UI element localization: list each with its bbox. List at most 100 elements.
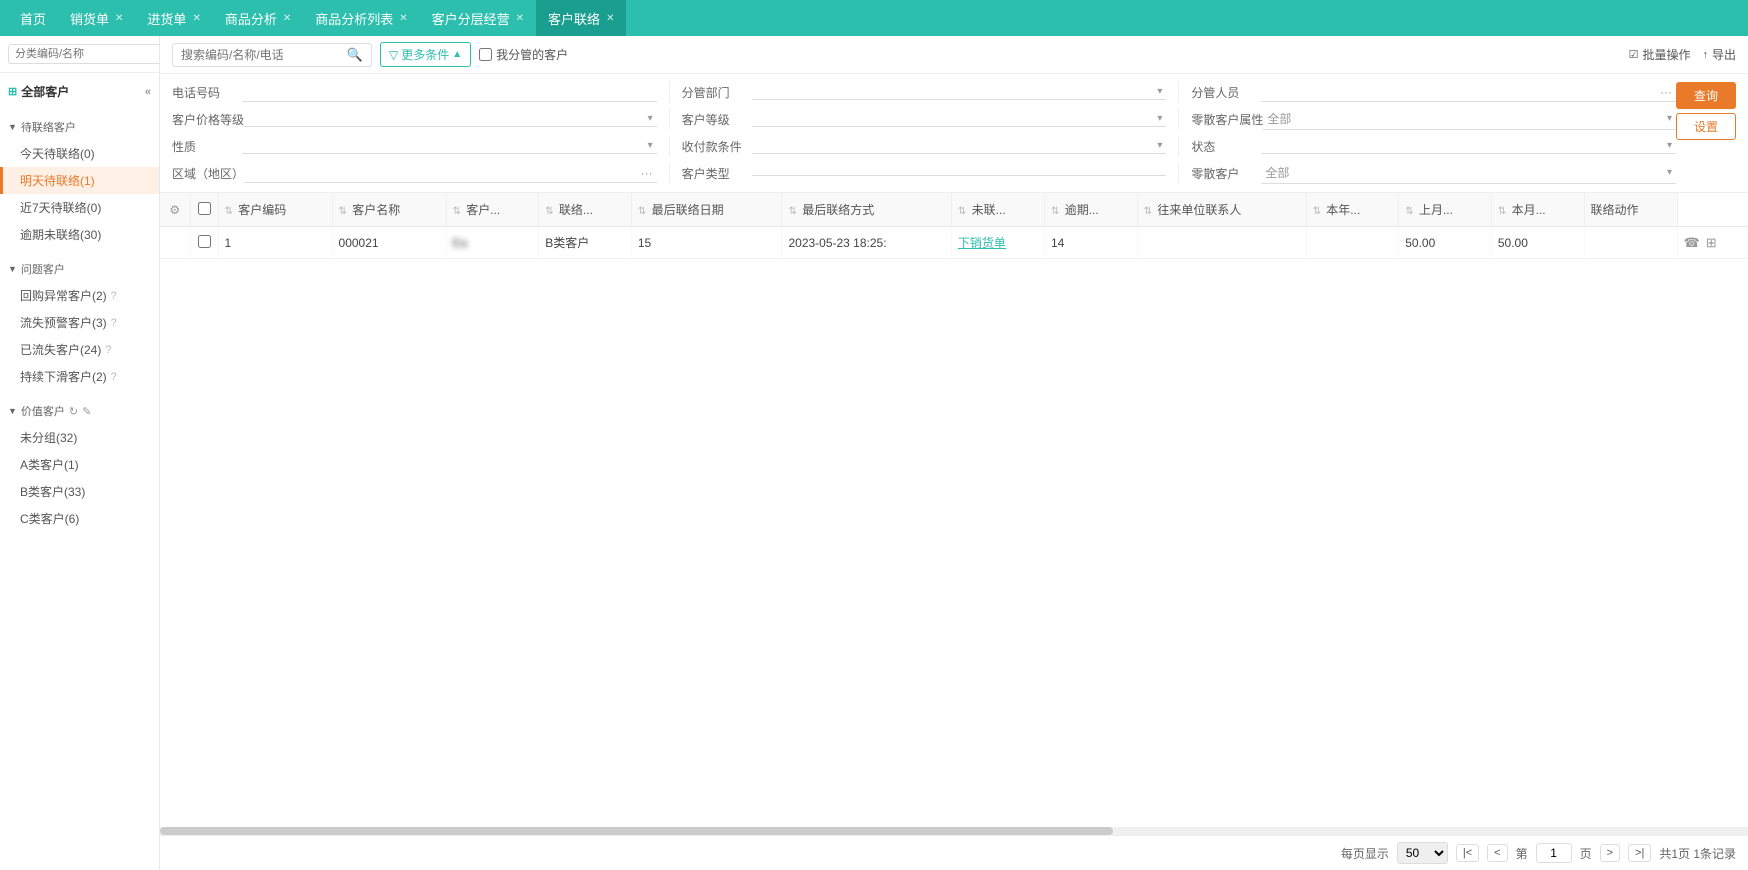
th-last-method[interactable]: ⇅ 最后联络方式 [782, 193, 951, 227]
nav-customer-contact[interactable]: 客户联络 ✕ [536, 0, 626, 36]
nav-purchase-close[interactable]: ✕ [192, 13, 200, 24]
nav-customer-contact-close[interactable]: ✕ [606, 13, 614, 24]
sidebar-item-churned[interactable]: 已流失客户(24) ? [0, 336, 159, 363]
nav-goods-list[interactable]: 商品分析列表 ✕ [303, 0, 419, 36]
filter-phone-input[interactable] [242, 83, 657, 102]
filter-nature-label: 性质 [172, 138, 242, 155]
nav-customer-segment-close[interactable]: ✕ [516, 13, 524, 24]
th-contact-count[interactable]: ⇅ 联络... [539, 193, 632, 227]
chevron-down-icon-2: ▾ [648, 113, 653, 124]
edit-icon[interactable]: ✎ [82, 405, 91, 418]
filter-nature-select[interactable]: ▾ [242, 138, 657, 154]
th-this-month[interactable]: ⇅ 本月... [1491, 193, 1584, 227]
th-uncontacted[interactable]: ⇅ 未联... [951, 193, 1044, 227]
filter-search-input[interactable] [181, 48, 347, 62]
row-checkbox[interactable] [198, 235, 211, 248]
filter-payment-label: 收付款条件 [682, 138, 752, 155]
nav-sales[interactable]: 销货单 ✕ [58, 0, 135, 36]
horizontal-scrollbar[interactable] [160, 827, 1748, 835]
sidebar-item-today-pending[interactable]: 今天待联络(0) [0, 140, 159, 167]
filter-payment-select[interactable]: ▾ [752, 138, 1167, 154]
nav-customer-segment[interactable]: 客户分层经营 ✕ [420, 0, 536, 36]
nav-goods-analysis-close[interactable]: ✕ [283, 13, 291, 24]
last-page-btn[interactable]: >| [1628, 844, 1651, 862]
more-conditions-btn[interactable]: ▽ 更多条件 ▲ [380, 42, 471, 67]
th-code[interactable]: ⇅ 客户编码 [218, 193, 332, 227]
sidebar-item-overdue[interactable]: 逾期未联络(30) [0, 221, 159, 248]
per-page-select[interactable]: 50 100 200 [1397, 842, 1448, 864]
sort-icon-last-month: ⇅ [1405, 206, 1413, 217]
help-icon-3[interactable]: ? [105, 344, 111, 356]
sidebar-item-churn-warning[interactable]: 流失预警客户(3) ? [0, 309, 159, 336]
filter-region-select[interactable]: ··· [244, 164, 657, 183]
nav-goods-list-close[interactable]: ✕ [399, 13, 407, 24]
nav-sales-close[interactable]: ✕ [115, 13, 123, 24]
filter-dept-field: 分管部门 ▾ [682, 84, 1167, 101]
sidebar-item-class-c[interactable]: C类客户(6) [0, 505, 159, 532]
sort-icon-unit: ⇅ [1144, 206, 1152, 217]
sidebar-item-tomorrow-pending[interactable]: 明天待联络(1) [0, 167, 159, 194]
help-icon-2[interactable]: ? [111, 317, 117, 329]
filter-dept-label: 分管部门 [682, 84, 752, 101]
sort-icon-name: ⇅ [339, 206, 347, 217]
filter-icon: ▽ [389, 48, 398, 62]
th-this-year[interactable]: ⇅ 本年... [1306, 193, 1399, 227]
td-this-year: 50.00 [1399, 227, 1492, 259]
th-unit-contact[interactable]: ⇅ 往来单位联系人 [1137, 193, 1306, 227]
batch-op-btn[interactable]: ☑ 批量操作 [1629, 46, 1691, 63]
collapse-icon[interactable]: « [145, 86, 151, 98]
page-number-input[interactable] [1536, 843, 1572, 863]
action-phone-icon[interactable]: ☎ [1684, 235, 1700, 251]
filter-retail-attr-select[interactable]: 全部 ▾ [1263, 108, 1676, 130]
th-type[interactable]: ⇅ 客户... [446, 193, 539, 227]
query-button[interactable]: 查询 [1676, 82, 1736, 109]
filter-price-level-select[interactable]: ▾ [244, 111, 657, 127]
prev-page-btn[interactable]: < [1487, 844, 1507, 862]
last-contact-link[interactable]: 下销货单 [958, 236, 1006, 250]
value-customers-title[interactable]: ▼ 价值客户 ↻ ✎ [0, 398, 159, 424]
sort-icon-uncontacted: ⇅ [958, 206, 966, 217]
problem-customers-title[interactable]: ▼ 问题客户 [0, 256, 159, 282]
gear-icon[interactable]: ⚙ [169, 203, 180, 217]
th-last-month[interactable]: ⇅ 上月... [1399, 193, 1492, 227]
filter-customer-type-select[interactable] [752, 171, 1167, 176]
action-menu-icon[interactable]: ⊞ [1706, 235, 1717, 251]
my-customers-check-input[interactable] [479, 48, 492, 61]
th-checkbox [190, 193, 218, 227]
sort-icon-year: ⇅ [1313, 206, 1321, 217]
pending-contact-title[interactable]: ▼ 待联络客户 [0, 114, 159, 140]
set-button[interactable]: 设置 [1676, 113, 1736, 140]
sidebar-item-ungrouped[interactable]: 未分组(32) [0, 424, 159, 451]
help-icon-4[interactable]: ? [111, 371, 117, 383]
sidebar-item-week-pending[interactable]: 近7天待联络(0) [0, 194, 159, 221]
sidebar-all-customers-header[interactable]: ⊞ 全部客户 « [0, 77, 159, 106]
filter-customer-level-select[interactable]: ▾ [752, 111, 1167, 127]
help-icon-1[interactable]: ? [111, 290, 117, 302]
th-overdue[interactable]: ⇅ 逾期... [1044, 193, 1137, 227]
filter-manager-select[interactable]: ··· [1261, 83, 1676, 102]
filter-price-level-label: 客户价格等级 [172, 111, 244, 128]
th-last-date[interactable]: ⇅ 最后联络日期 [631, 193, 782, 227]
first-page-btn[interactable]: |< [1456, 844, 1479, 862]
sidebar-item-declining[interactable]: 持续下滑客户(2) ? [0, 363, 159, 390]
filter-status-label: 状态 [1191, 138, 1261, 155]
filter-status-select[interactable]: ▾ [1261, 138, 1676, 154]
sidebar-item-abnormal[interactable]: 回购异常客户(2) ? [0, 282, 159, 309]
nav-home[interactable]: 首页 [8, 0, 58, 36]
arrow-down-icon: ▼ [8, 122, 17, 132]
sidebar-item-class-a[interactable]: A类客户(1) [0, 451, 159, 478]
nav-purchase[interactable]: 进货单 ✕ [135, 0, 212, 36]
th-name[interactable]: ⇅ 客户名称 [332, 193, 446, 227]
filter-dept-select[interactable]: ▾ [752, 84, 1167, 100]
refresh-icon[interactable]: ↻ [69, 405, 78, 418]
next-page-btn[interactable]: > [1600, 844, 1620, 862]
sidebar-item-class-b[interactable]: B类客户(33) [0, 478, 159, 505]
sidebar-search-input[interactable] [8, 44, 160, 64]
filter-search-icon[interactable]: 🔍 [347, 47, 363, 63]
my-customers-checkbox[interactable]: 我分管的客户 [479, 46, 568, 63]
nav-goods-analysis[interactable]: 商品分析 ✕ [213, 0, 303, 36]
filter-customer-level-label: 客户等级 [682, 111, 752, 128]
select-all-checkbox[interactable] [198, 202, 211, 215]
filter-retail-customer-select[interactable]: 全部 ▾ [1261, 162, 1676, 184]
export-btn[interactable]: ↑ 导出 [1702, 46, 1736, 63]
